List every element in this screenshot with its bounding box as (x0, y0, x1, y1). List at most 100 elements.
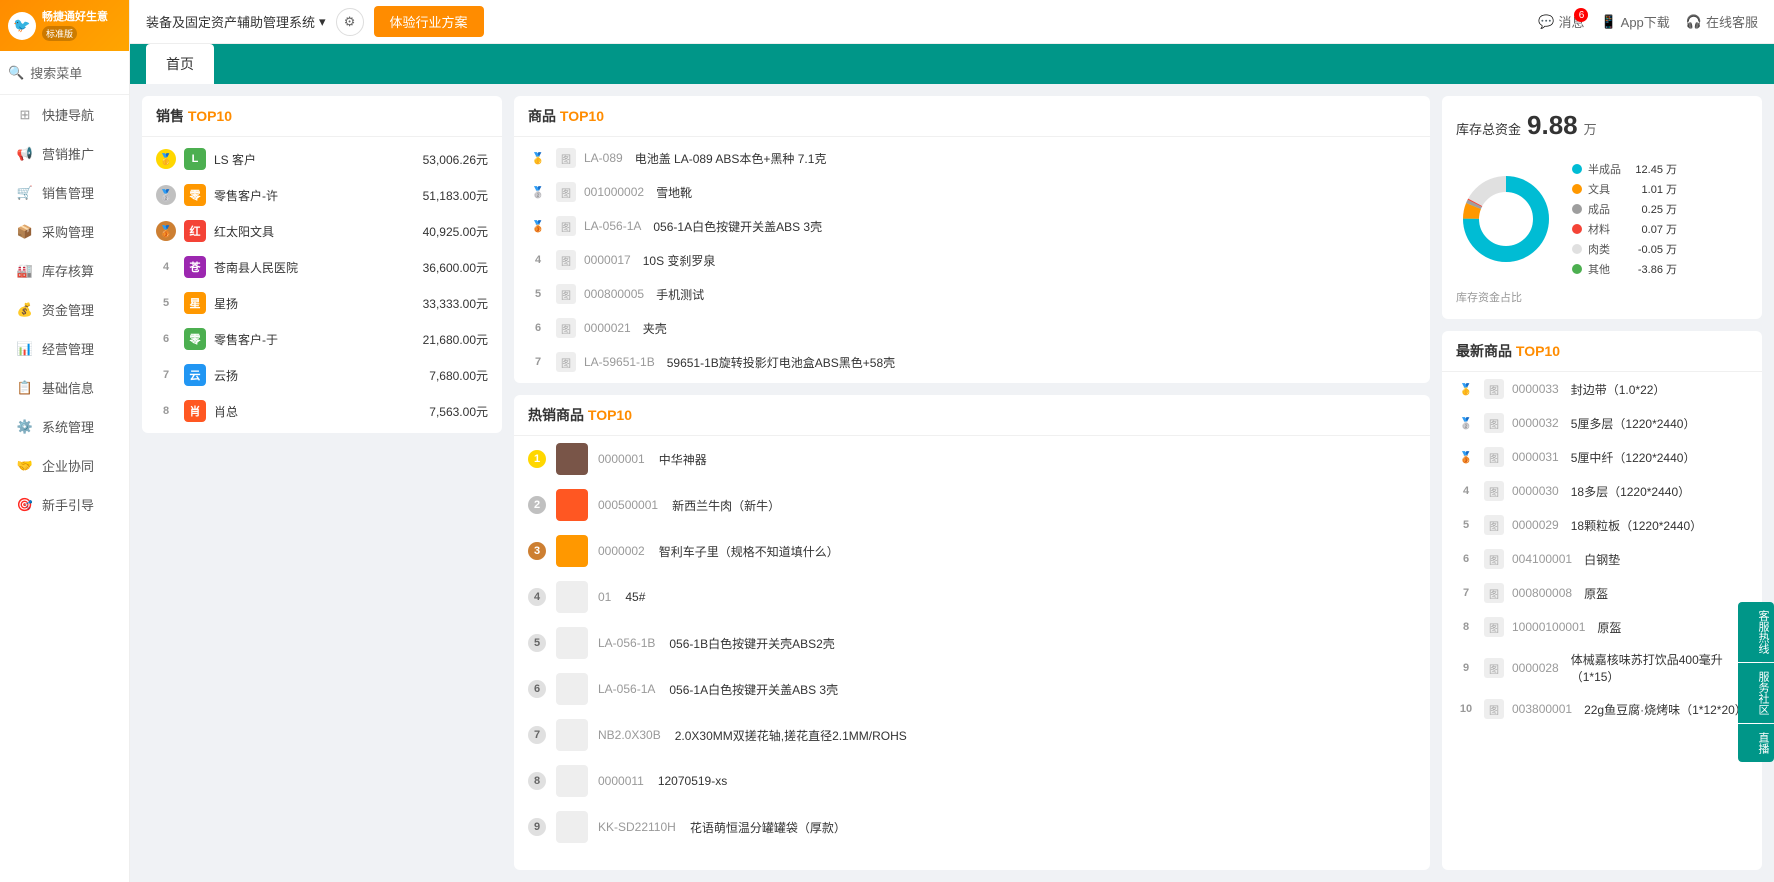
product-rank-card: 商品 TOP10 🥇 图 LA-089 电池盖 LA-089 ABS本色+黑种 … (514, 96, 1430, 383)
sidebar-label-corp: 企业协同 (42, 456, 94, 475)
new-prod-rank: 9 (1456, 658, 1476, 678)
hot-prod-img (556, 489, 588, 521)
new-prod-icon: 图 (1484, 699, 1504, 719)
new-prod-code: 0000031 (1512, 450, 1559, 464)
hot-prod-img (556, 719, 588, 751)
inventory-amount: 9.88 (1527, 110, 1578, 141)
rank-name: 零售客户-于 (214, 331, 415, 348)
sidebar-item-guide[interactable]: 🎯 新手引导 (0, 485, 129, 524)
prod-icon: 图 (556, 250, 576, 270)
sidebar-item-operation[interactable]: 📊经营管理 (0, 329, 129, 368)
float-button[interactable]: 直播 (1738, 724, 1774, 762)
sidebar-item-quick-nav[interactable]: ⊞快捷导航 (0, 95, 129, 134)
hot-prod-name: 新西兰牛肉（新牛） (672, 497, 1416, 514)
new-prod-rank: 🥉 (1456, 447, 1476, 467)
rank-avatar: L (184, 148, 206, 170)
experience-button[interactable]: 体验行业方案 (374, 6, 484, 37)
legend-label: 成品 (1588, 201, 1621, 217)
hot-product-item: 1 0000001 中华神器 (514, 436, 1430, 482)
col-left: 销售 TOP10 🥇 L LS 客户 53,006.26元 🥈 零 零售客户-许… (142, 96, 502, 870)
sidebar-item-corp[interactable]: 🤝企业协同 (0, 446, 129, 485)
legend-label: 文具 (1588, 181, 1621, 197)
sidebar-icon-purchase: 📦 (16, 223, 34, 241)
new-product-item: 5 图 0000029 18颗粒板（1220*2440） (1442, 508, 1762, 542)
legend-label: 其他 (1588, 261, 1621, 277)
sales-rank-subtitle: TOP10 (188, 108, 232, 124)
new-prod-rank: 🥇 (1456, 379, 1476, 399)
rank-avatar: 肖 (184, 400, 206, 422)
hot-prod-name: 智利车子里（规格不知道填什么） (659, 543, 1416, 560)
sidebar-label-guide: 新手引导 (42, 495, 94, 514)
new-prod-code: 0000032 (1512, 416, 1559, 430)
sidebar-item-sales[interactable]: 🛒销售管理 (0, 173, 129, 212)
rank-amount: 36,600.00元 (423, 259, 488, 276)
settings-button[interactable]: ⚙ (336, 8, 364, 36)
sidebar-item-marketing[interactable]: 📢营销推广 (0, 134, 129, 173)
sidebar-icon-system: ⚙️ (16, 418, 34, 436)
new-product-item: 8 图 10000100001 原盔 (1442, 610, 1762, 644)
col-right: 库存总资金 9.88 万 半成品 (1442, 96, 1762, 870)
legend-value: -3.86 万 (1627, 261, 1677, 277)
rank-number: 8 (156, 401, 176, 421)
new-prod-name: 封边带（1.0*22） (1571, 381, 1666, 398)
float-buttons: 客服热线服务社区直播 (1738, 602, 1774, 762)
product-rank-item: 7 图 LA-59651-1B 59651-1B旋转投影灯电池盒ABS黑色+58… (514, 345, 1430, 379)
hot-rank-num: 6 (528, 680, 546, 698)
prod-code: 0000021 (584, 321, 631, 335)
sales-rank-list: 🥇 L LS 客户 53,006.26元 🥈 零 零售客户-许 51,183.0… (142, 137, 502, 433)
float-button[interactable]: 客服热线 (1738, 602, 1774, 662)
legend-item: 文具 1.01 万 (1572, 181, 1677, 197)
new-prod-name: 22g鱼豆腐·烧烤味（1*12*20） (1584, 701, 1747, 718)
sidebar-icon-guide: 🎯 (16, 496, 34, 514)
prod-code: 001000002 (584, 185, 644, 199)
sidebar-item-finance[interactable]: 💰资金管理 (0, 290, 129, 329)
mobile-icon: 📱 (1600, 14, 1616, 30)
sidebar-item-inventory[interactable]: 🏭库存核算 (0, 251, 129, 290)
topbar: 装备及固定资产辅助管理系统 ▾ ⚙ 体验行业方案 💬 消息 6 📱 App下载 … (130, 0, 1774, 44)
sales-rank-item: 8 肖 肖总 7,563.00元 (142, 393, 502, 429)
sidebar-label-inventory: 库存核算 (42, 261, 94, 280)
new-prod-rank: 7 (1456, 583, 1476, 603)
online-service[interactable]: 🎧 在线客服 (1686, 12, 1758, 31)
prod-rank-number: 6 (528, 318, 548, 338)
rank-name: 苍南县人民医院 (214, 259, 415, 276)
rank-number: 7 (156, 365, 176, 385)
tab-home[interactable]: 首页 (146, 44, 214, 84)
hot-prod-img (556, 765, 588, 797)
sidebar-label-basic: 基础信息 (42, 378, 94, 397)
search-icon: 🔍 (8, 65, 24, 81)
float-button[interactable]: 服务社区 (1738, 663, 1774, 723)
product-rank-item: 6 图 0000021 夹壳 (514, 311, 1430, 345)
prod-name: 10S 变刹罗泉 (643, 252, 716, 269)
search-menu-button[interactable]: 🔍 搜索菜单 (8, 59, 121, 86)
hot-product-item: 6 LA-056-1A 056-1A白色按键开关盖ABS 3壳 (514, 666, 1430, 712)
hot-rank-num: 5 (528, 634, 546, 652)
hot-prod-code: 0000011 (598, 774, 644, 788)
legend-item: 其他 -3.86 万 (1572, 261, 1677, 277)
legend-item: 肉类 -0.05 万 (1572, 241, 1677, 257)
hot-prod-code: 0000001 (598, 452, 645, 466)
new-prod-icon: 图 (1484, 379, 1504, 399)
new-product-item: 🥈 图 0000032 5厘多层（1220*2440） (1442, 406, 1762, 440)
hot-products-subtitle: TOP10 (588, 407, 632, 423)
sales-rank-card: 销售 TOP10 🥇 L LS 客户 53,006.26元 🥈 零 零售客户-许… (142, 96, 502, 433)
app-download[interactable]: 📱 App下载 (1600, 12, 1669, 31)
sidebar-item-system[interactable]: ⚙️系统管理 (0, 407, 129, 446)
system-select[interactable]: 装备及固定资产辅助管理系统 ▾ (146, 12, 326, 31)
new-prod-icon: 图 (1484, 481, 1504, 501)
sidebar-item-basic[interactable]: 📋基础信息 (0, 368, 129, 407)
system-name: 装备及固定资产辅助管理系统 (146, 12, 315, 31)
hot-prod-img (556, 811, 588, 843)
hot-product-item: 7 NB2.0X30B 2.0X30MM双搓花轴,搓花直径2.1MM/ROHS (514, 712, 1430, 758)
sidebar-item-purchase[interactable]: 📦采购管理 (0, 212, 129, 251)
new-prod-rank: 10 (1456, 699, 1476, 719)
rank-number: 4 (156, 257, 176, 277)
prod-rank-number: 🥇 (528, 148, 548, 168)
product-rank-item: 4 图 0000017 10S 变刹罗泉 (514, 243, 1430, 277)
notification-badge[interactable]: 💬 消息 6 (1538, 12, 1584, 31)
sidebar-icon-sales: 🛒 (16, 184, 34, 202)
new-product-item: 4 图 0000030 18多层（1220*2440） (1442, 474, 1762, 508)
rank-avatar: 星 (184, 292, 206, 314)
legend-label: 材料 (1588, 221, 1621, 237)
hot-rank-num: 3 (528, 542, 546, 560)
